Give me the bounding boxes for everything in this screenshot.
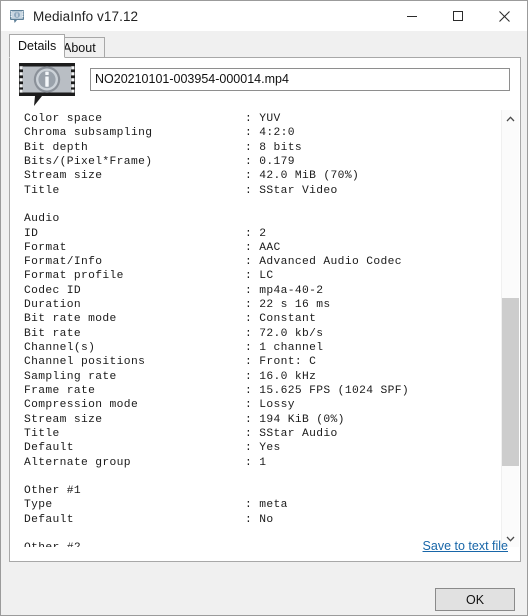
tab-details-label: Details	[18, 39, 57, 53]
scrollbar-up-arrow[interactable]	[502, 110, 519, 127]
mediainfo-window: MediaInfo v17.12 Details About NO2021010…	[0, 0, 528, 616]
close-button[interactable]	[481, 1, 527, 31]
ok-button[interactable]: OK	[435, 588, 515, 611]
tab-about-label: About	[63, 41, 96, 55]
save-to-text-file-link[interactable]: Save to text file	[423, 539, 508, 553]
details-text-content: Color space : YUV Chroma subsampling : 4…	[24, 113, 409, 547]
window-title: MediaInfo v17.12	[33, 8, 139, 24]
mediainfo-film-info-icon	[16, 61, 78, 109]
maximize-button[interactable]	[435, 1, 481, 31]
details-panel: NO20210101-003954-000014.mp4 Color space…	[9, 57, 521, 562]
mediainfo-icon	[9, 8, 25, 24]
title-bar: MediaInfo v17.12	[1, 1, 527, 31]
ok-button-label: OK	[465, 592, 485, 607]
details-text-area[interactable]: Color space : YUV Chroma subsampling : 4…	[11, 110, 504, 547]
tab-details[interactable]: Details	[9, 34, 66, 58]
filename-input[interactable]: NO20210101-003954-000014.mp4	[90, 68, 510, 91]
window-controls	[389, 1, 527, 31]
details-scrollbar[interactable]	[501, 110, 519, 547]
minimize-button[interactable]	[389, 1, 435, 31]
scrollbar-thumb[interactable]	[502, 298, 519, 466]
tab-strip: Details About	[1, 31, 527, 58]
